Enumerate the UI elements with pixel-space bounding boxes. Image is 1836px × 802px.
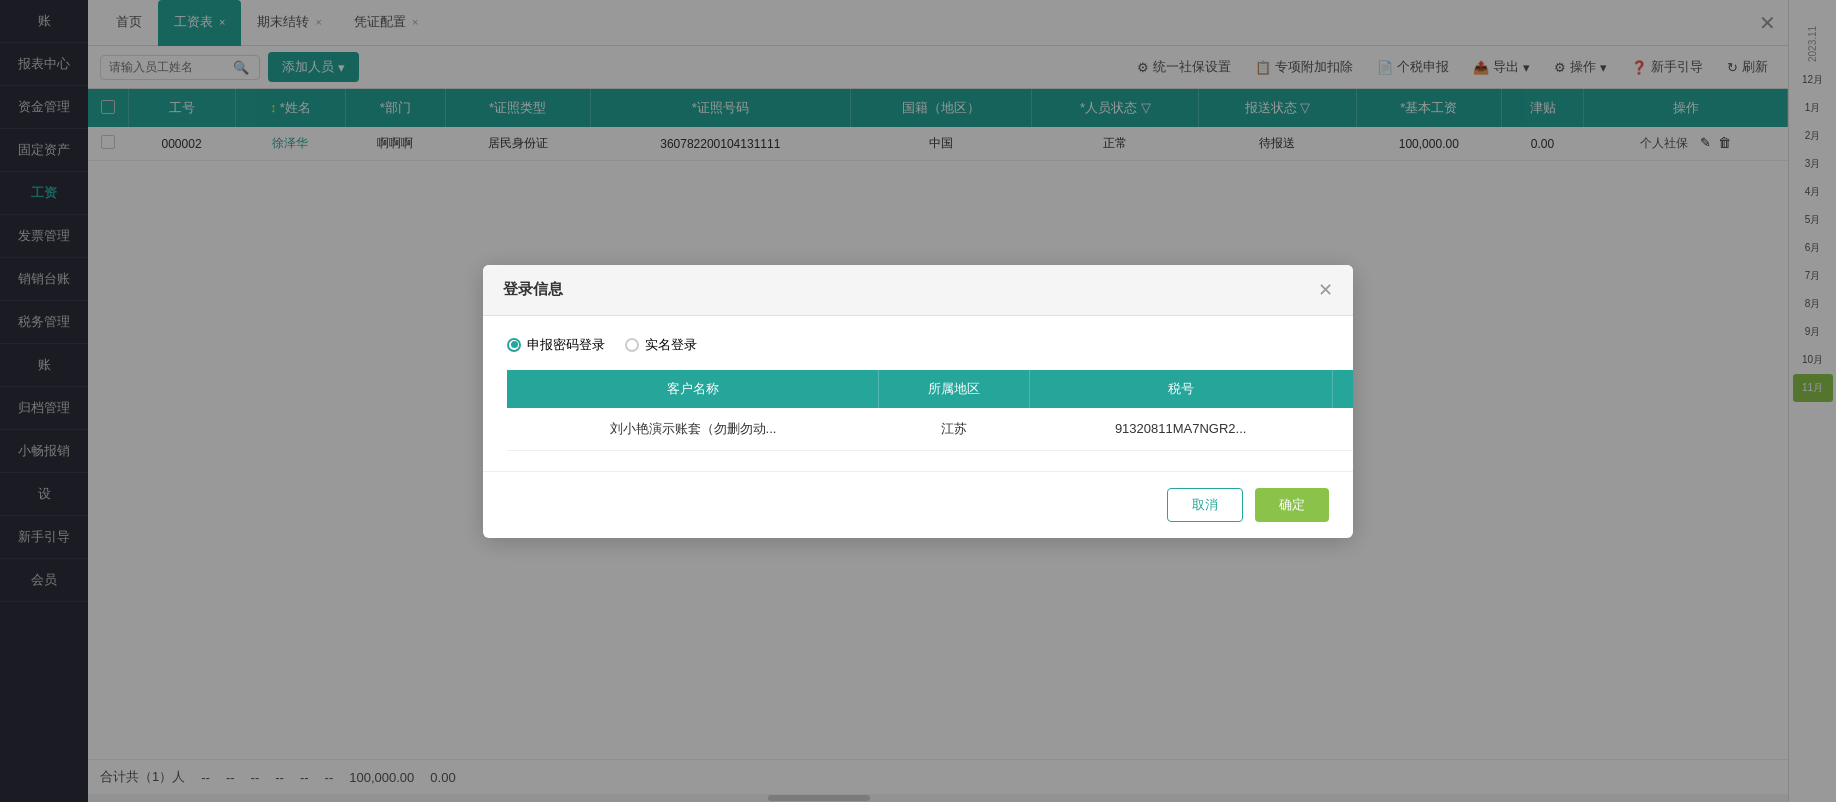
login-type-radio-group: 申报密码登录 实名登录 xyxy=(507,336,1329,354)
cancel-button[interactable]: 取消 xyxy=(1167,488,1243,522)
modal-title: 登录信息 xyxy=(503,280,563,299)
modal-header: 登录信息 ✕ xyxy=(483,265,1353,316)
login-modal: 登录信息 ✕ 申报密码登录 实名登录 客户名称 所属地区 xyxy=(483,265,1353,538)
modal-cell-region: 江苏 xyxy=(879,408,1029,451)
confirm-button[interactable]: 确定 xyxy=(1255,488,1329,522)
modal-col-taxno: 税号 xyxy=(1029,370,1332,408)
modal-cell-password[interactable] xyxy=(1332,408,1353,451)
radio-realname-circle[interactable] xyxy=(625,338,639,352)
tax-password-input[interactable] xyxy=(1344,421,1353,436)
modal-close-button[interactable]: ✕ xyxy=(1318,279,1333,301)
modal-col-password: 个税密码 xyxy=(1332,370,1353,408)
login-info-table: 客户名称 所属地区 税号 个税密码 刘小艳演示账套（勿删勿动... 江苏 913… xyxy=(507,370,1353,451)
modal-footer: 取消 确定 xyxy=(483,471,1353,538)
radio-realname-login[interactable]: 实名登录 xyxy=(625,336,697,354)
modal-cell-client: 刘小艳演示账套（勿删勿动... xyxy=(507,408,879,451)
modal-table-row: 刘小艳演示账套（勿删勿动... 江苏 91320811MA7NGR2... xyxy=(507,408,1353,451)
radio-password-login[interactable]: 申报密码登录 xyxy=(507,336,605,354)
modal-body: 申报密码登录 实名登录 客户名称 所属地区 税号 个税密码 xyxy=(483,316,1353,471)
radio-password-circle[interactable] xyxy=(507,338,521,352)
modal-col-client: 客户名称 xyxy=(507,370,879,408)
modal-cell-taxno: 91320811MA7NGR2... xyxy=(1029,408,1332,451)
modal-overlay: 登录信息 ✕ 申报密码登录 实名登录 客户名称 所属地区 xyxy=(0,0,1836,802)
modal-col-region: 所属地区 xyxy=(879,370,1029,408)
